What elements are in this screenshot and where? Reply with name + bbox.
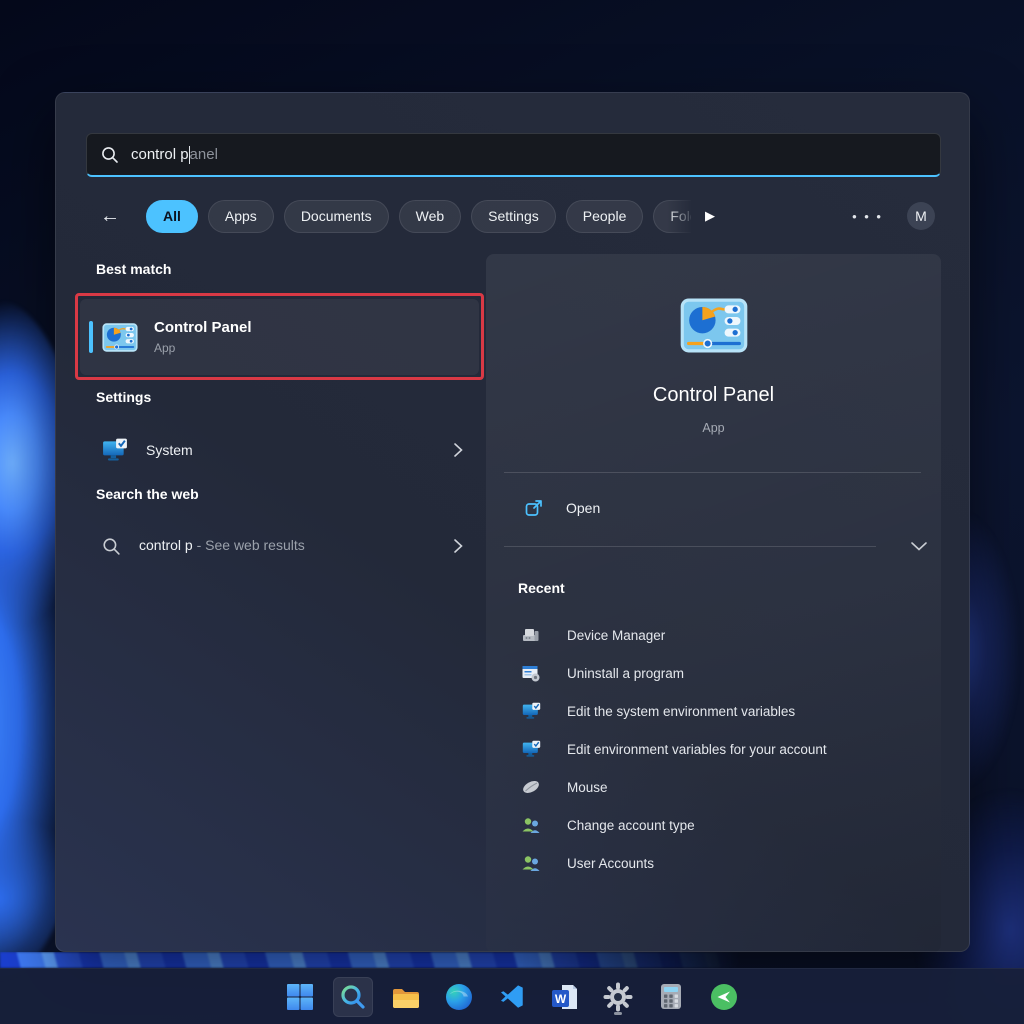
green-arrow-app-button[interactable]: [704, 977, 744, 1017]
recent-item-change-account-type[interactable]: Change account type: [486, 806, 941, 844]
web-section-header: Search the web: [96, 486, 199, 502]
divider: [504, 472, 921, 473]
user-avatar[interactable]: M: [907, 202, 935, 230]
system-monitor-icon: [521, 702, 541, 720]
svg-text:W: W: [555, 992, 567, 1006]
open-external-icon: [524, 498, 544, 518]
tab-apps[interactable]: Apps: [207, 199, 274, 233]
recent-item-mouse[interactable]: Mouse: [486, 768, 941, 806]
tab-all[interactable]: All: [146, 199, 198, 233]
start-search-panel: control p anel ← All Apps Documents Web …: [55, 92, 970, 953]
open-action-label: Open: [566, 500, 601, 516]
filter-bar: ← All Apps Documents Web Settings People…: [86, 197, 941, 235]
chevron-down-icon[interactable]: [911, 538, 927, 556]
recent-item-account-env-variables[interactable]: Edit environment variables for your acco…: [486, 730, 941, 768]
system-monitor-icon: [102, 438, 128, 462]
mouse-icon: [521, 777, 541, 797]
green-arrow-app-icon: [711, 983, 737, 1010]
web-search-icon: [102, 537, 121, 556]
best-match-header: Best match: [96, 261, 172, 277]
recent-header: Recent: [518, 580, 565, 596]
preview-pane: Control Panel App Open Recent Device Man…: [486, 254, 941, 953]
chevron-right-icon: [454, 539, 463, 553]
recent-item-user-accounts[interactable]: User Accounts: [486, 844, 941, 882]
search-input[interactable]: control p anel: [86, 133, 941, 177]
best-match-subtitle: App: [154, 341, 176, 355]
settings-button[interactable]: [598, 977, 638, 1017]
recent-item-uninstall-program[interactable]: Uninstall a program: [486, 654, 941, 692]
vscode-icon: [500, 984, 523, 1008]
recent-item-system-env-variables[interactable]: Edit the system environment variables: [486, 692, 941, 730]
preview-subtitle: App: [702, 421, 725, 435]
tab-documents[interactable]: Documents: [283, 199, 389, 233]
running-indicator: [614, 1011, 622, 1015]
calculator-button[interactable]: [651, 977, 691, 1017]
search-suggestion-text: anel: [189, 146, 218, 163]
calculator-icon: [661, 984, 681, 1009]
control-panel-icon-large: [680, 298, 748, 358]
search-icon: [341, 984, 365, 1009]
back-arrow-icon[interactable]: ←: [100, 205, 120, 228]
taskbar: W: [0, 968, 1024, 1024]
open-action[interactable]: Open: [524, 488, 600, 528]
wallpaper-bloom-bottom: [0, 952, 740, 968]
start-icon: [287, 983, 313, 1010]
result-system[interactable]: System: [80, 427, 479, 473]
best-match-item[interactable]: Control Panel App: [80, 299, 479, 375]
divider: [504, 546, 876, 547]
desktop: control p anel ← All Apps Documents Web …: [0, 0, 1024, 1024]
preview-title: Control Panel: [652, 384, 775, 406]
tabs-overflow-arrow-icon[interactable]: ▶: [705, 208, 715, 224]
recent-list: Device Manager Uninstall a program Edit …: [486, 616, 941, 882]
tab-folders[interactable]: Folders: [653, 199, 691, 233]
edge-icon: [446, 983, 472, 1010]
settings-section-header: Settings: [96, 389, 152, 405]
selection-accent-bar: [89, 321, 93, 353]
vscode-button[interactable]: [492, 977, 532, 1017]
settings-gear-icon: [603, 982, 633, 1011]
recent-item-device-manager[interactable]: Device Manager: [486, 616, 941, 654]
more-options-icon[interactable]: • • •: [852, 209, 883, 224]
best-match-title: Control Panel: [154, 319, 252, 336]
file-explorer-button[interactable]: [386, 977, 426, 1017]
result-system-label: System: [146, 442, 193, 458]
uninstall-program-icon: [521, 663, 541, 683]
tab-people[interactable]: People: [565, 199, 644, 233]
search-icon: [101, 146, 119, 164]
search-button[interactable]: [333, 976, 373, 1017]
user-accounts-icon: [521, 853, 541, 873]
word-icon: W: [552, 984, 577, 1009]
result-web-search[interactable]: control p - See web results: [80, 523, 479, 569]
file-explorer-icon: [393, 988, 419, 1008]
control-panel-icon: [102, 322, 138, 352]
web-query-text: control p: [139, 537, 193, 553]
chevron-right-icon: [454, 443, 463, 457]
word-button[interactable]: W: [545, 977, 585, 1017]
system-monitor-icon: [521, 740, 541, 758]
filter-tabs: All Apps Documents Web Settings People F…: [146, 199, 691, 233]
tab-web[interactable]: Web: [398, 199, 462, 233]
device-manager-icon: [521, 625, 541, 645]
user-accounts-icon: [521, 815, 541, 835]
tab-settings[interactable]: Settings: [471, 199, 556, 233]
web-suffix-text: - See web results: [192, 537, 305, 553]
start-button[interactable]: [280, 977, 320, 1017]
edge-button[interactable]: [439, 977, 479, 1017]
search-query-text: control p: [131, 146, 189, 163]
